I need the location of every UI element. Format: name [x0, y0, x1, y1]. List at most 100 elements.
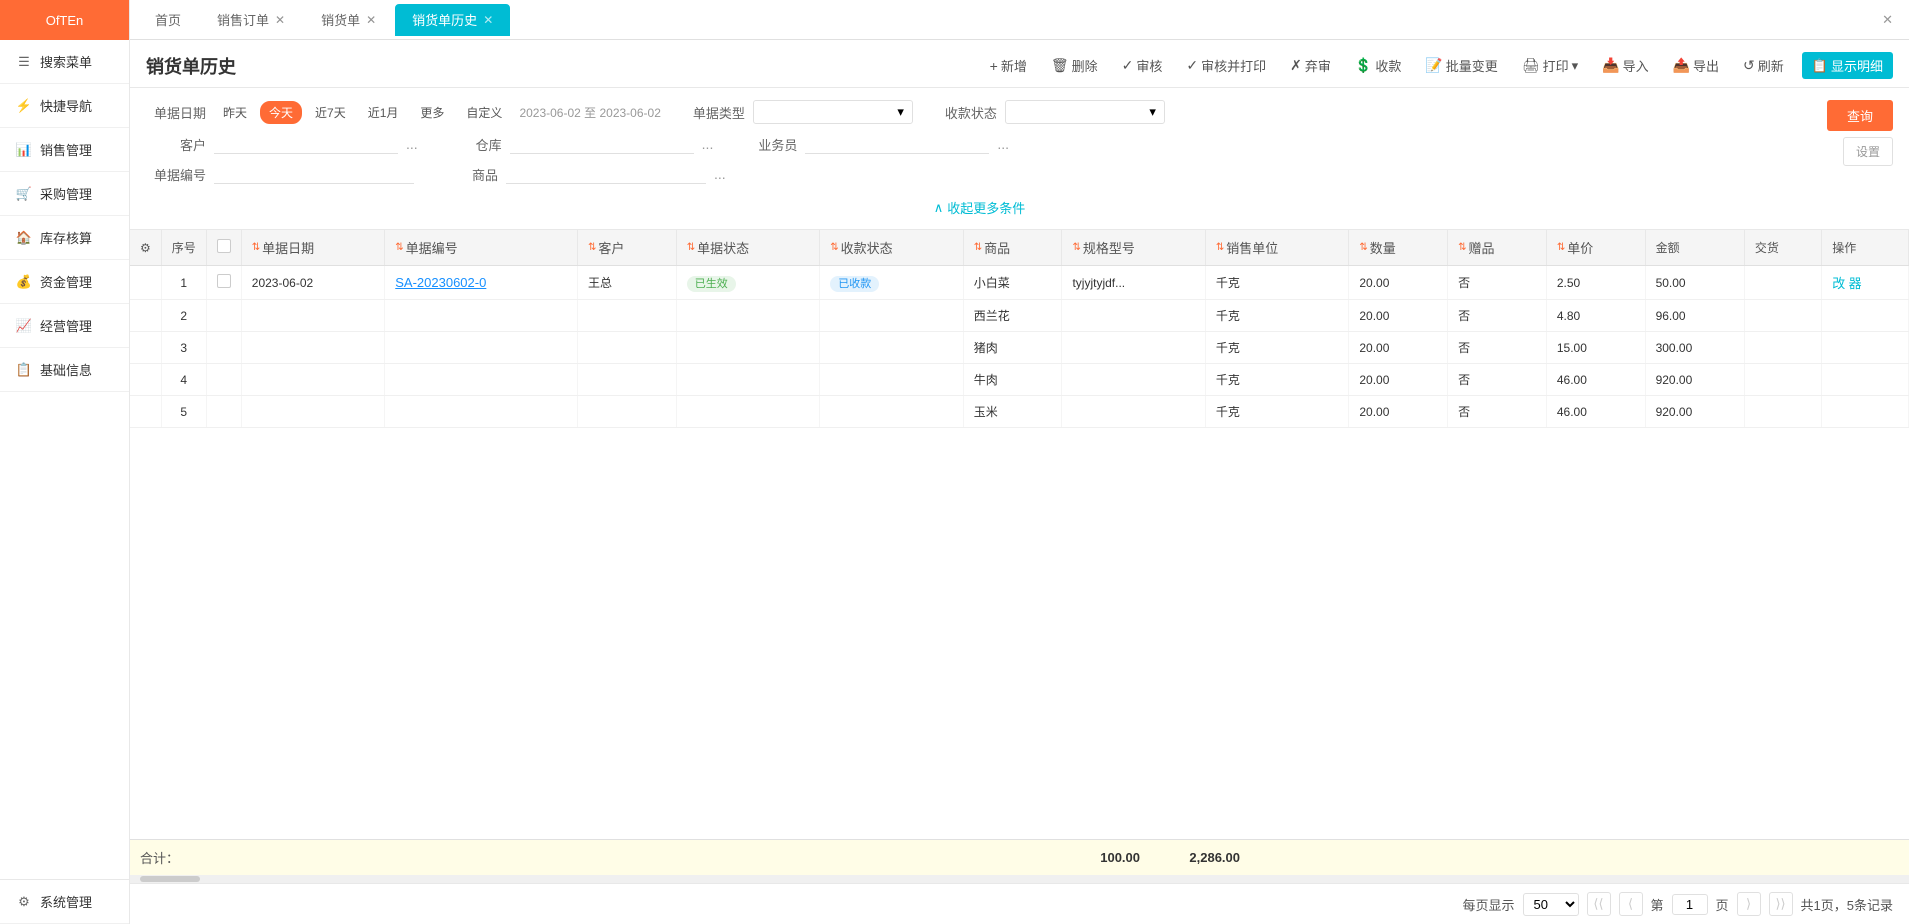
- edit-op[interactable]: 改: [1832, 276, 1845, 291]
- row-pay-status: 已收款: [820, 266, 963, 300]
- tab-sales-goods[interactable]: 销货单 ✕: [304, 4, 393, 36]
- print-button[interactable]: 🖨 打印 ▾: [1516, 52, 1584, 79]
- tab-sales-order[interactable]: 销售订单 ✕: [200, 4, 302, 36]
- sidebar-item-search-menu[interactable]: ☰ 搜索菜单: [0, 40, 129, 84]
- audit-print-icon: ✓: [1186, 57, 1198, 74]
- audit-button[interactable]: ✓ 审核: [1116, 52, 1169, 79]
- last-page-btn[interactable]: ⟩⟩: [1769, 892, 1793, 916]
- col-date-header[interactable]: ⇅单据日期: [241, 230, 384, 266]
- row-amount: 96.00: [1645, 300, 1744, 332]
- col-order-status-header[interactable]: ⇅单据状态: [676, 230, 819, 266]
- collapse-btn[interactable]: ∧ 收起更多条件: [146, 198, 1813, 217]
- staff-input[interactable]: [805, 134, 989, 154]
- col-unit-header[interactable]: ⇅销售单位: [1205, 230, 1348, 266]
- page-size-select[interactable]: 50 100 200: [1523, 893, 1579, 916]
- tab-sales-history[interactable]: 销货单历史 ✕: [395, 4, 510, 36]
- table-scroll-bar[interactable]: [130, 875, 1909, 883]
- tabs-end-close[interactable]: ✕: [1874, 8, 1901, 32]
- col-qty-header[interactable]: ⇅数量: [1349, 230, 1448, 266]
- sidebar-item-finance[interactable]: 💰 资金管理: [0, 260, 129, 304]
- col-pay-status-header[interactable]: ⇅收款状态: [820, 230, 963, 266]
- collect-button[interactable]: 💲 收款: [1349, 52, 1407, 79]
- sidebar-item-sales-mgmt[interactable]: 📊 销售管理: [0, 128, 129, 172]
- order-no-link[interactable]: SA-20230602-0: [395, 275, 486, 290]
- order-no-input[interactable]: [214, 164, 414, 184]
- scroll-thumb[interactable]: [140, 876, 200, 882]
- row-product: 小白菜: [963, 266, 1062, 300]
- pay-status-select[interactable]: ▾: [1005, 100, 1165, 124]
- warehouse-dots[interactable]: ...: [702, 136, 714, 152]
- date-btn-today[interactable]: 今天: [260, 101, 302, 124]
- sidebar-item-system[interactable]: ⚙ 系统管理: [0, 880, 129, 924]
- table-row: 3 猪肉 千克 20.00 否 15.00 300.00: [130, 332, 1909, 364]
- row-product: 玉米: [963, 396, 1062, 428]
- row-check[interactable]: [206, 364, 241, 396]
- audit-print-button[interactable]: ✓ 审核并打印: [1180, 52, 1272, 79]
- tab-sales-history-close[interactable]: ✕: [483, 13, 493, 27]
- product-dots[interactable]: ...: [714, 166, 726, 182]
- row-customer: [578, 300, 677, 332]
- date-btn-custom[interactable]: 自定义: [457, 101, 511, 124]
- order-no-filter-group: 单据编号: [146, 164, 414, 184]
- setting-button[interactable]: 设置: [1843, 137, 1893, 166]
- date-btn-yesterday[interactable]: 昨天: [214, 101, 256, 124]
- order-no-label: 单据编号: [146, 165, 206, 184]
- col-spec-header[interactable]: ⇅规格型号: [1062, 230, 1205, 266]
- new-button[interactable]: + 新增: [984, 52, 1033, 79]
- row-spec: [1062, 364, 1205, 396]
- batch-change-button[interactable]: 📝 批量变更: [1419, 52, 1503, 79]
- tab-home[interactable]: 首页: [138, 4, 198, 36]
- row-pay-status: [820, 332, 963, 364]
- type-select[interactable]: ▾: [753, 100, 913, 124]
- query-button[interactable]: 查询: [1827, 100, 1893, 131]
- product-input[interactable]: [506, 164, 706, 184]
- sort-icon-paystatus: ⇅: [830, 242, 838, 253]
- col-gift-header[interactable]: ⇅赠品: [1448, 230, 1547, 266]
- warehouse-input[interactable]: [510, 134, 694, 154]
- col-customer-header[interactable]: ⇅客户: [578, 230, 677, 266]
- sidebar-item-basic-info[interactable]: 📋 基础信息: [0, 348, 129, 392]
- sidebar-item-inventory[interactable]: 🏠 库存核算: [0, 216, 129, 260]
- customer-dots[interactable]: ...: [406, 136, 418, 152]
- settings-col-header[interactable]: ⚙: [130, 230, 161, 266]
- page-header: 销货单历史 + 新增 🗑 删除 ✓ 审核 ✓ 审核并打印 ✗ 弃审: [130, 40, 1909, 88]
- import-button[interactable]: 📥 导入: [1596, 52, 1654, 79]
- col-transaction-header: 交货: [1744, 230, 1821, 266]
- refresh-button[interactable]: ↺ 刷新: [1737, 52, 1790, 79]
- row-price: 4.80: [1546, 300, 1645, 332]
- date-btn-7days[interactable]: 近7天: [306, 101, 355, 124]
- row-check[interactable]: [206, 396, 241, 428]
- customer-label: 客户: [146, 135, 206, 154]
- staff-dots[interactable]: ...: [997, 136, 1009, 152]
- row-order-status: [676, 300, 819, 332]
- customer-input[interactable]: [214, 134, 398, 154]
- row-check[interactable]: [206, 266, 241, 300]
- sidebar-item-quick-nav[interactable]: ⚡ 快捷导航: [0, 84, 129, 128]
- col-price-header[interactable]: ⇅单价: [1546, 230, 1645, 266]
- prev-page-btn[interactable]: ⟨: [1619, 892, 1643, 916]
- row-order-no: [385, 300, 578, 332]
- tab-sales-goods-close[interactable]: ✕: [366, 13, 376, 27]
- row-gift: 否: [1448, 364, 1547, 396]
- row-unit: 千克: [1205, 396, 1348, 428]
- first-page-btn[interactable]: ⟨⟨: [1587, 892, 1611, 916]
- col-order-no-header[interactable]: ⇅单据编号: [385, 230, 578, 266]
- row-check[interactable]: [206, 332, 241, 364]
- operations-icon: 📈: [16, 318, 32, 334]
- row-check[interactable]: [206, 300, 241, 332]
- date-btn-more[interactable]: 更多: [411, 101, 453, 124]
- col-amount-header: 金额: [1645, 230, 1744, 266]
- date-btn-1month[interactable]: 近1月: [359, 101, 408, 124]
- show-detail-button[interactable]: 📋 显示明细: [1802, 52, 1893, 79]
- sidebar-item-operations[interactable]: 📈 经营管理: [0, 304, 129, 348]
- tab-sales-order-close[interactable]: ✕: [275, 13, 285, 27]
- delete-button[interactable]: 🗑 删除: [1045, 52, 1104, 79]
- export-button[interactable]: 📤 导出: [1667, 52, 1725, 79]
- col-product-header[interactable]: ⇅商品: [963, 230, 1062, 266]
- select-all-checkbox[interactable]: [217, 239, 231, 253]
- next-page-btn[interactable]: ⟩: [1737, 892, 1761, 916]
- abandon-button[interactable]: ✗ 弃审: [1284, 52, 1337, 79]
- detail-op[interactable]: 器: [1849, 276, 1862, 291]
- page-input[interactable]: [1672, 894, 1708, 915]
- sidebar-item-purchase-mgmt[interactable]: 🛒 采购管理: [0, 172, 129, 216]
